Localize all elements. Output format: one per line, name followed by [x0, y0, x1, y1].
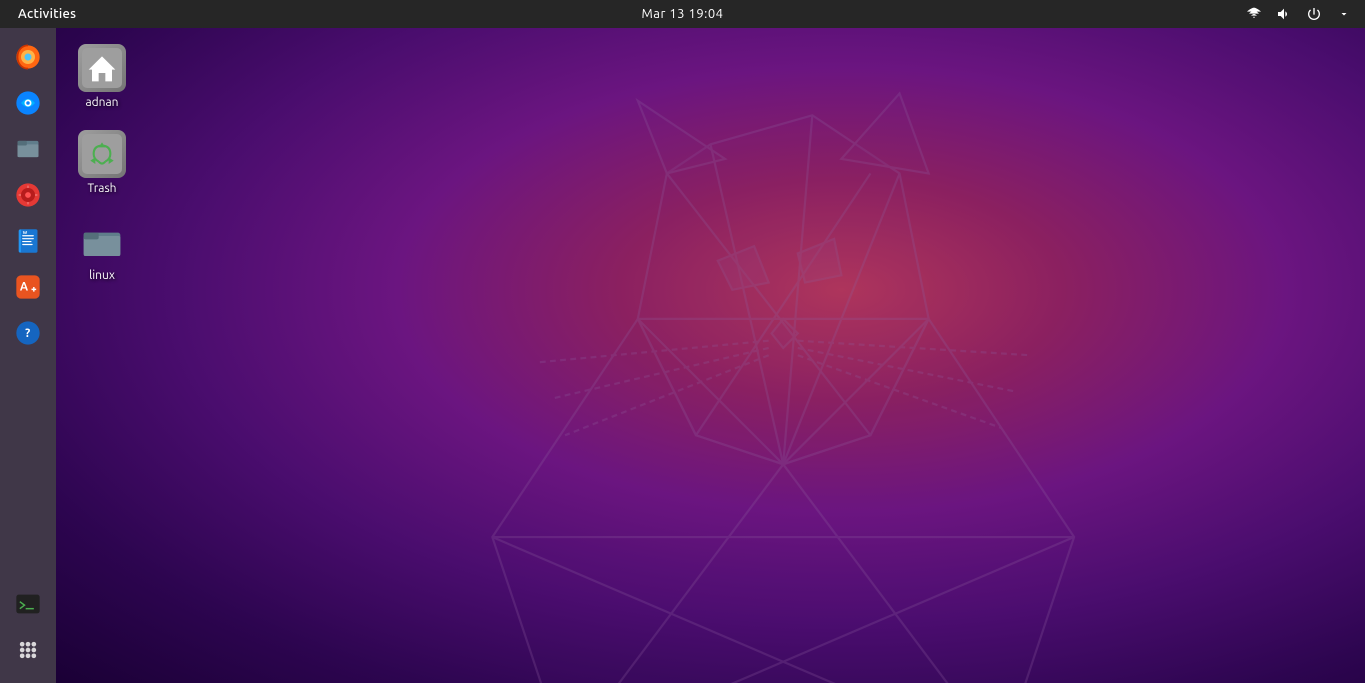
desktop [56, 28, 1365, 683]
trash-icon-label: Trash [87, 182, 116, 196]
desktop-icon-trash[interactable]: Trash [66, 124, 138, 202]
dock: W A ? [0, 28, 56, 683]
svg-text:A: A [20, 281, 29, 294]
topbar-right [1243, 3, 1355, 25]
dock-item-terminal[interactable] [7, 583, 49, 625]
svg-text:?: ? [25, 327, 30, 340]
linux-icon-label: linux [89, 269, 115, 283]
topbar-datetime[interactable]: Mar 13 19:04 [641, 7, 723, 21]
system-menu-dropdown-icon[interactable] [1333, 3, 1355, 25]
dock-item-firefox[interactable] [7, 36, 49, 78]
adnan-icon-image [78, 44, 126, 92]
dock-bottom [7, 583, 49, 683]
dock-item-help[interactable]: ? [7, 312, 49, 354]
dock-item-libreoffice-writer[interactable]: W [7, 220, 49, 262]
desktop-icon-linux[interactable]: linux [66, 211, 138, 289]
topbar: Activities Mar 13 19:04 [0, 0, 1365, 28]
topbar-left: Activities [10, 7, 84, 21]
volume-icon[interactable] [1273, 3, 1295, 25]
dock-item-app-center[interactable]: A [7, 266, 49, 308]
dock-item-app-grid[interactable] [7, 629, 49, 671]
linux-icon-image [78, 217, 126, 265]
dock-item-rhythmbox[interactable] [7, 174, 49, 216]
trash-icon-image [78, 130, 126, 178]
power-icon[interactable] [1303, 3, 1325, 25]
svg-text:W: W [23, 230, 28, 235]
dock-item-files[interactable] [7, 128, 49, 170]
network-icon[interactable] [1243, 3, 1265, 25]
desktop-icons: adnan Trash linux [56, 28, 148, 299]
activities-button[interactable]: Activities [10, 7, 84, 21]
adnan-icon-label: adnan [85, 96, 118, 110]
wallpaper-cat [56, 28, 1365, 683]
dock-item-thunderbird[interactable] [7, 82, 49, 124]
desktop-icon-adnan[interactable]: adnan [66, 38, 138, 116]
